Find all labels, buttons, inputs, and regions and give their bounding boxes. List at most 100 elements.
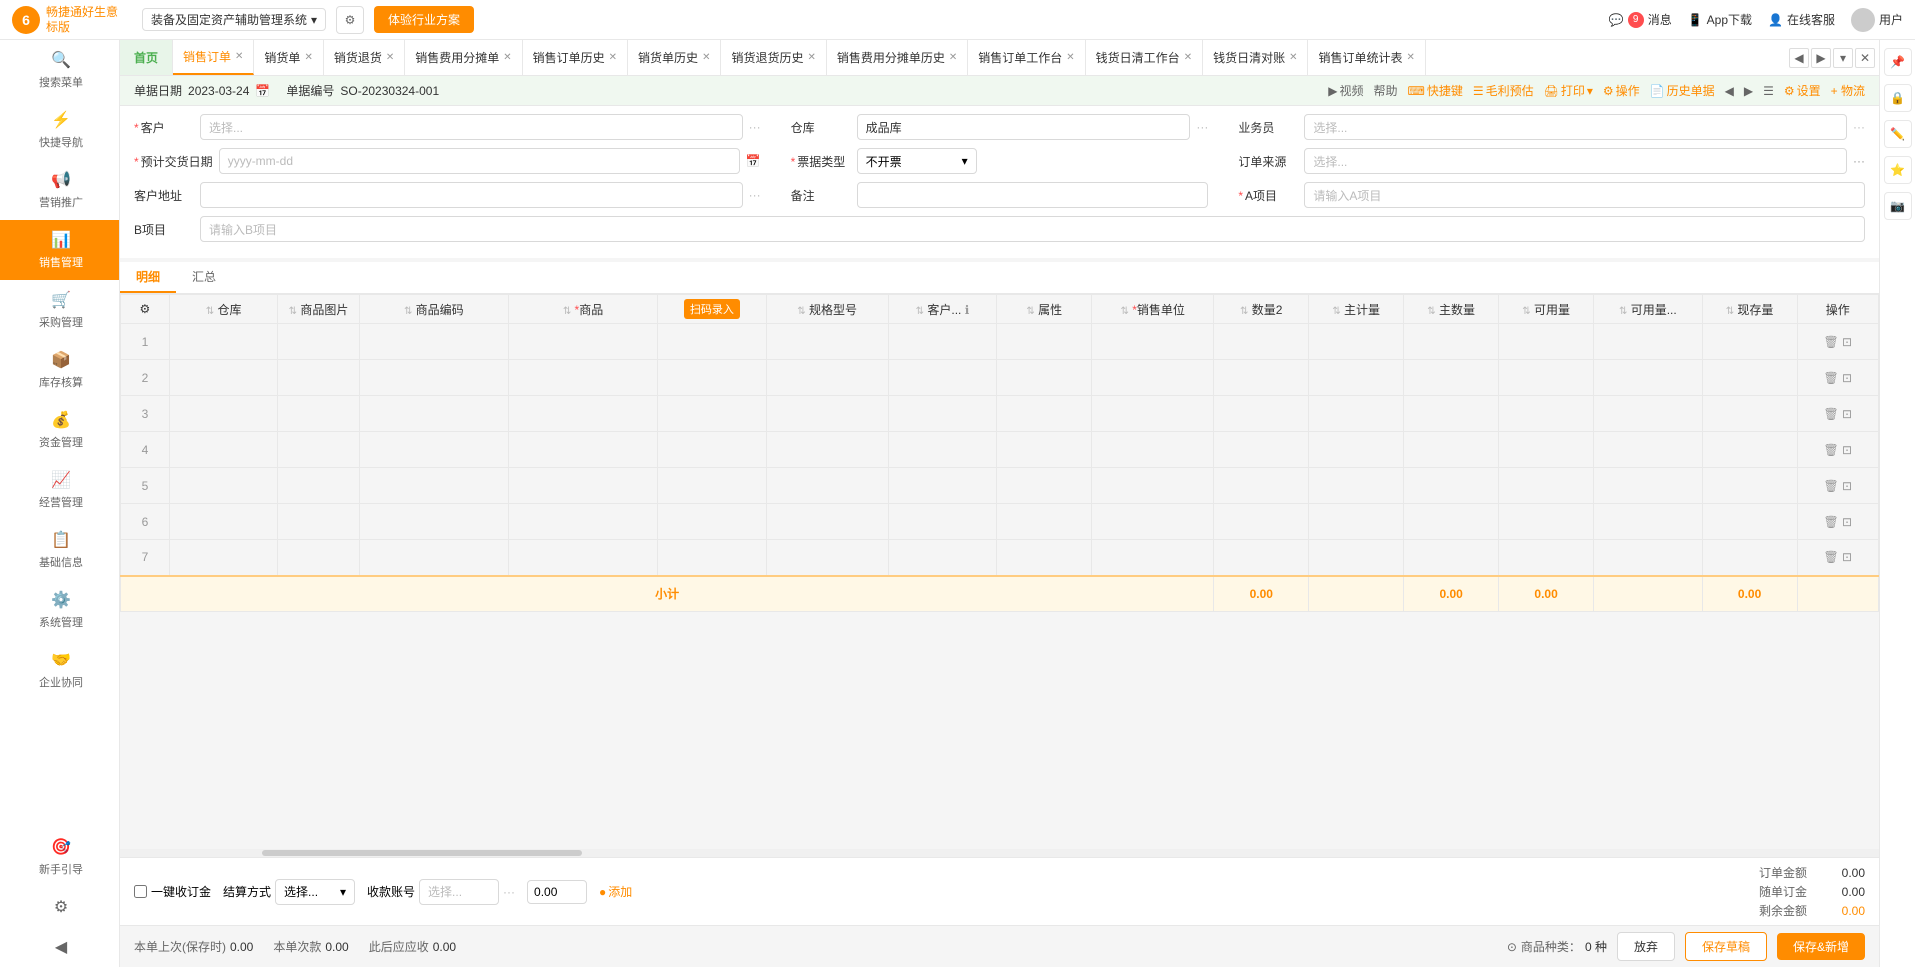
sidebar-item-guide[interactable]: 🎯 新手引导 — [0, 827, 119, 887]
row-scan-2[interactable] — [658, 360, 767, 396]
customer-code-info-icon[interactable]: ℹ — [965, 303, 970, 317]
save-draft-button[interactable]: 保存草稿 — [1685, 932, 1767, 961]
list-view-button[interactable]: ☰ — [1763, 84, 1774, 98]
one-click-deposit-checkbox[interactable] — [134, 885, 147, 898]
tab-summary[interactable]: 汇总 — [176, 262, 232, 293]
row-image-2[interactable] — [278, 360, 359, 396]
row-avail-3[interactable] — [1499, 396, 1594, 432]
row-unit-3[interactable] — [1092, 396, 1214, 432]
row-spec-3[interactable] — [766, 396, 888, 432]
row-image-3[interactable] — [278, 396, 359, 432]
delete-icon-6[interactable]: 🗑 — [1823, 515, 1838, 529]
sidebar-item-marketing[interactable]: 📢 营销推广 — [0, 160, 119, 220]
sidebar-item-operations[interactable]: 📈 经营管理 — [0, 460, 119, 520]
row-warehouse-6[interactable] — [169, 504, 278, 540]
operate-button[interactable]: ⚙ 操作 — [1603, 82, 1640, 99]
add-button[interactable]: ● 添加 — [599, 883, 632, 900]
tab-expense-history[interactable]: 销售费用分摊单历史 ✕ — [827, 40, 968, 75]
profit-button[interactable]: ☰ 毛利预估 — [1473, 82, 1534, 99]
col-header-main-unit[interactable]: ⇅ 主计量 — [1309, 295, 1404, 324]
row-spec-7[interactable] — [766, 540, 888, 576]
right-panel-lock-button[interactable]: 🔒 — [1884, 84, 1912, 112]
col-header-code[interactable]: ⇅ 商品编码 — [359, 295, 508, 324]
address-more-icon[interactable]: ··· — [749, 188, 761, 202]
copy-icon-1[interactable]: ⊡ — [1842, 335, 1852, 349]
account-more-icon[interactable]: ··· — [503, 885, 515, 899]
customer-input[interactable]: 选择... — [200, 114, 743, 140]
calendar-icon[interactable]: 📅 — [255, 84, 270, 98]
row-unit-6[interactable] — [1092, 504, 1214, 540]
row-image-6[interactable] — [278, 504, 359, 540]
tab-close-sales-order[interactable]: ✕ — [235, 51, 243, 62]
tab-close-all-button[interactable]: ✕ — [1855, 48, 1875, 68]
row-warehouse-7[interactable] — [169, 540, 278, 576]
row-qty2-3[interactable] — [1214, 396, 1309, 432]
settings-button[interactable]: ⚙ — [336, 6, 364, 34]
row-customer-code-7[interactable] — [888, 540, 997, 576]
row-product-1[interactable] — [508, 324, 657, 360]
sidebar-settings[interactable]: ⚙ — [0, 887, 119, 927]
row-scan-6[interactable] — [658, 504, 767, 540]
tab-daily-reconcile[interactable]: 钱货日清对账 ✕ — [1203, 40, 1308, 75]
row-unit-5[interactable] — [1092, 468, 1214, 504]
row-stock-6[interactable] — [1702, 504, 1797, 540]
row-avail2-5[interactable] — [1594, 468, 1703, 504]
history-button[interactable]: 📄 历史单据 — [1650, 82, 1715, 99]
row-stock-1[interactable] — [1702, 324, 1797, 360]
tab-close-history[interactable]: ✕ — [609, 52, 617, 63]
delete-icon-7[interactable]: 🗑 — [1823, 550, 1838, 564]
row-main-unit-2[interactable] — [1309, 360, 1404, 396]
order-source-more-icon[interactable]: ··· — [1853, 154, 1865, 168]
delivery-input[interactable]: yyyy-mm-dd — [219, 148, 740, 174]
row-avail-6[interactable] — [1499, 504, 1594, 540]
row-product-2[interactable] — [508, 360, 657, 396]
tab-close-expense-history[interactable]: ✕ — [949, 52, 957, 63]
tab-return-history[interactable]: 销货退货历史 ✕ — [721, 40, 826, 75]
customer-more-icon[interactable]: ··· — [749, 120, 761, 134]
row-qty2-1[interactable] — [1214, 324, 1309, 360]
row-avail2-1[interactable] — [1594, 324, 1703, 360]
row-warehouse-4[interactable] — [169, 432, 278, 468]
b-project-input[interactable]: 请输入B项目 — [200, 216, 1865, 242]
tab-close-return-history[interactable]: ✕ — [807, 52, 815, 63]
row-avail-4[interactable] — [1499, 432, 1594, 468]
row-image-7[interactable] — [278, 540, 359, 576]
row-stock-5[interactable] — [1702, 468, 1797, 504]
row-stock-2[interactable] — [1702, 360, 1797, 396]
row-avail2-2[interactable] — [1594, 360, 1703, 396]
tab-sales-goods[interactable]: 销货单 ✕ — [254, 40, 323, 75]
sidebar-item-inventory[interactable]: 📦 库存核算 — [0, 340, 119, 400]
row-product-3[interactable] — [508, 396, 657, 432]
tab-close-order-stats[interactable]: ✕ — [1407, 52, 1415, 63]
row-main-unit-5[interactable] — [1309, 468, 1404, 504]
delete-icon-4[interactable]: 🗑 — [1823, 443, 1838, 457]
tab-close-sales-goods[interactable]: ✕ — [304, 52, 312, 63]
row-scan-3[interactable] — [658, 396, 767, 432]
sidebar-item-sales[interactable]: 📊 销售管理 — [0, 220, 119, 280]
row-code-3[interactable] — [359, 396, 508, 432]
row-attr-6[interactable] — [997, 504, 1092, 540]
sidebar-item-enterprise[interactable]: 🤝 企业协同 — [0, 640, 119, 700]
tab-sales-expense[interactable]: 销售费用分摊单 ✕ — [405, 40, 522, 75]
row-warehouse-1[interactable] — [169, 324, 278, 360]
row-code-7[interactable] — [359, 540, 508, 576]
sidebar-item-purchase[interactable]: 🛒 采购管理 — [0, 280, 119, 340]
right-panel-edit-button[interactable]: ✏️ — [1884, 120, 1912, 148]
copy-icon-5[interactable]: ⊡ — [1842, 479, 1852, 493]
copy-icon-7[interactable]: ⊡ — [1842, 550, 1852, 564]
tab-sales-order[interactable]: 销售订单 ✕ — [173, 40, 254, 75]
delete-icon-3[interactable]: 🗑 — [1823, 407, 1838, 421]
tab-close-daily-workspace[interactable]: ✕ — [1184, 52, 1192, 63]
row-main-qty-1[interactable] — [1404, 324, 1499, 360]
tab-sales-return[interactable]: 销货退货 ✕ — [324, 40, 405, 75]
discard-button[interactable]: 放弃 — [1617, 932, 1675, 961]
delete-icon-2[interactable]: 🗑 — [1823, 371, 1838, 385]
account-input[interactable]: 选择... — [419, 879, 499, 905]
salesperson-input[interactable]: 选择... — [1304, 114, 1847, 140]
row-code-5[interactable] — [359, 468, 508, 504]
row-customer-code-2[interactable] — [888, 360, 997, 396]
row-main-qty-2[interactable] — [1404, 360, 1499, 396]
col-header-product[interactable]: ⇅ *商品 — [508, 295, 657, 324]
row-attr-2[interactable] — [997, 360, 1092, 396]
tab-prev-button[interactable]: ◀ — [1789, 48, 1809, 68]
